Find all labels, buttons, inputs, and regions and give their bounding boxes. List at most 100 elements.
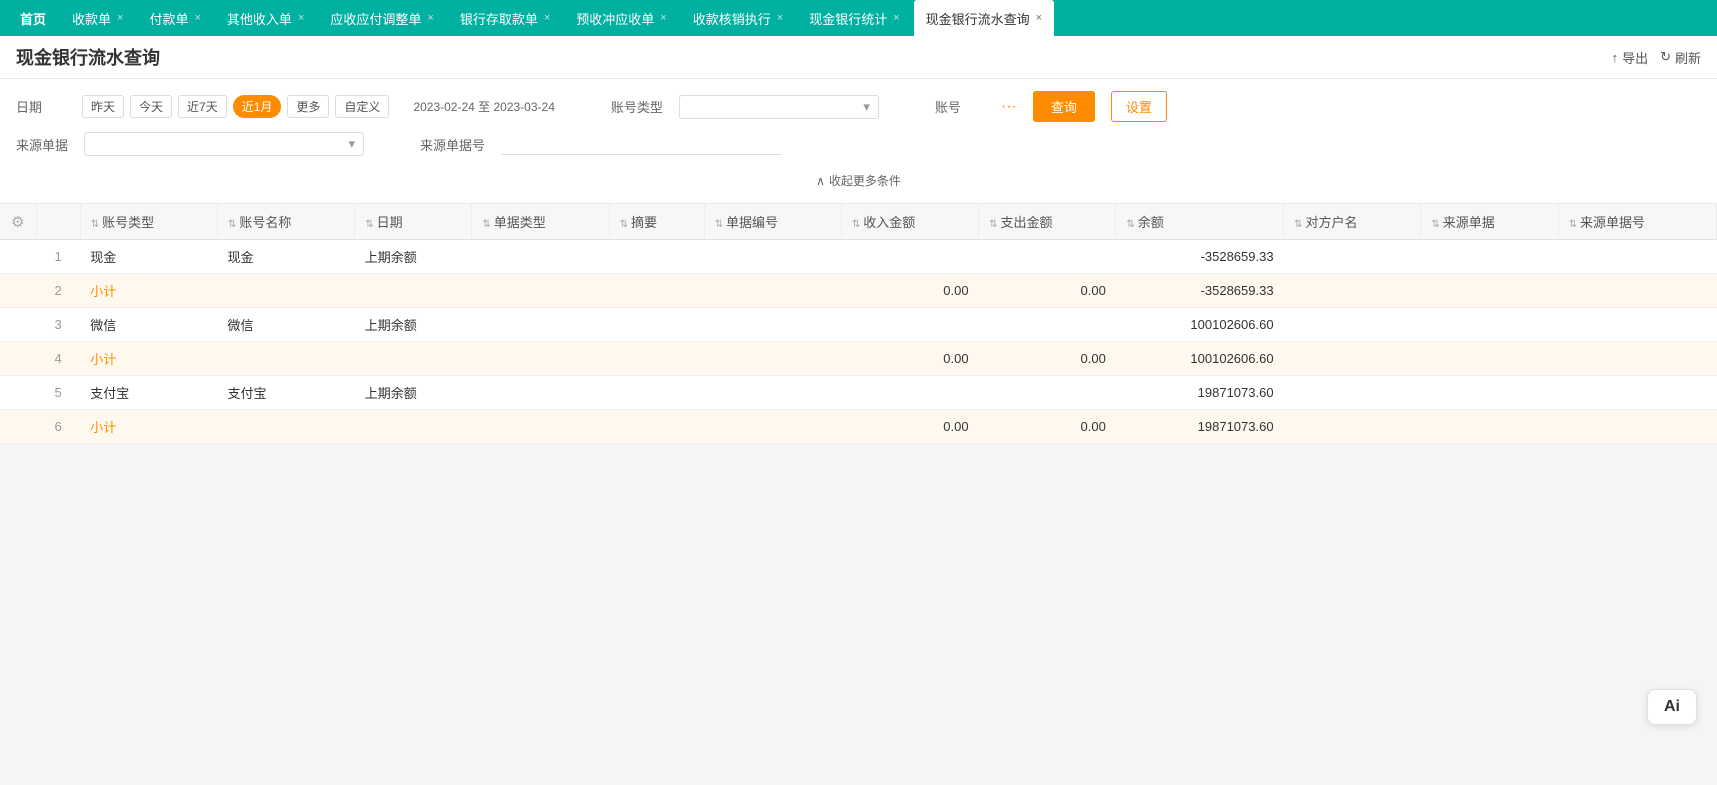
th-doc-type[interactable]: ⇅单据类型	[472, 204, 609, 240]
refresh-icon: ↻	[1660, 49, 1671, 65]
row-doc-no	[704, 308, 841, 342]
row-balance: -3528659.33	[1116, 274, 1284, 308]
ai-badge[interactable]: Ai	[1647, 689, 1697, 725]
row-account-type: 小计	[80, 274, 217, 308]
date-btn-yesterday[interactable]: 昨天	[82, 95, 124, 118]
nav-tab-other-income[interactable]: 其他收入单 ×	[215, 0, 316, 36]
export-button[interactable]: ↑ 导出	[1612, 48, 1649, 67]
row-source-doc-no	[1558, 376, 1716, 410]
th-account-name[interactable]: ⇅账号名称	[218, 204, 355, 240]
row-summary	[609, 376, 704, 410]
close-tab-adjustment-icon[interactable]: ×	[427, 12, 433, 24]
row-doc-type	[472, 240, 609, 274]
nav-tab-shoukuan[interactable]: 收款单 ×	[60, 0, 135, 36]
th-source-doc[interactable]: ⇅来源单据	[1421, 204, 1558, 240]
nav-tab-adjustment[interactable]: 应收应付调整单 ×	[318, 0, 445, 36]
collapse-button[interactable]: ∧ 收起更多条件	[16, 166, 1701, 191]
row-account-type: 小计	[80, 342, 217, 376]
table-container: ⚙ ⇅账号类型 ⇅账号名称 ⇅日期 ⇅单据类型 ⇅摘要	[0, 204, 1717, 444]
account-dots-button[interactable]: ···	[1001, 98, 1017, 116]
row-balance: 100102606.60	[1116, 342, 1284, 376]
row-source-doc	[1421, 274, 1558, 308]
row-doc-type	[472, 342, 609, 376]
row-income: 0.00	[841, 410, 978, 444]
row-account-type: 支付宝	[80, 376, 217, 410]
row-gear	[0, 308, 36, 342]
th-source-doc-no[interactable]: ⇅来源单据号	[1558, 204, 1716, 240]
close-tab-prepay-icon[interactable]: ×	[660, 12, 666, 24]
th-doc-no[interactable]: ⇅单据编号	[704, 204, 841, 240]
row-account-name: 现金	[218, 240, 355, 274]
close-tab-fukuan-icon[interactable]: ×	[194, 12, 200, 24]
row-gear	[0, 410, 36, 444]
source-doc-num-input[interactable]	[501, 133, 781, 155]
date-btn-custom[interactable]: 自定义	[335, 95, 389, 118]
nav-tab-reconcile[interactable]: 收款核销执行 ×	[681, 0, 795, 36]
nav-tab-bank-deposit[interactable]: 银行存取款单 ×	[448, 0, 562, 36]
row-date: 上期余额	[355, 308, 472, 342]
row-source-doc	[1421, 240, 1558, 274]
row-source-doc-no	[1558, 274, 1716, 308]
gear-icon[interactable]: ⚙	[11, 214, 24, 231]
th-counterparty[interactable]: ⇅对方户名	[1284, 204, 1421, 240]
page-title: 现金银行流水查询	[16, 44, 160, 70]
row-doc-no	[704, 410, 841, 444]
chevron-up-icon: ∧	[816, 174, 825, 188]
row-expense: 0.00	[979, 342, 1116, 376]
nav-home[interactable]: 首页	[8, 0, 58, 36]
query-button[interactable]: 查询	[1033, 91, 1095, 122]
row-doc-no	[704, 274, 841, 308]
filter-row-2: 来源单据 ▾ 来源单据号	[16, 132, 1701, 156]
th-date[interactable]: ⇅日期	[355, 204, 472, 240]
th-account-type[interactable]: ⇅账号类型	[80, 204, 217, 240]
row-gear	[0, 342, 36, 376]
th-expense[interactable]: ⇅支出金额	[979, 204, 1116, 240]
date-btn-1month[interactable]: 近1月	[233, 95, 282, 118]
row-summary	[609, 240, 704, 274]
row-counterparty	[1284, 308, 1421, 342]
date-btn-today[interactable]: 今天	[130, 95, 172, 118]
th-balance[interactable]: ⇅余额	[1116, 204, 1284, 240]
date-btn-7days[interactable]: 近7天	[178, 95, 227, 118]
close-tab-other-income-icon[interactable]: ×	[298, 12, 304, 24]
account-type-select[interactable]: ▾	[679, 95, 879, 119]
row-doc-type	[472, 308, 609, 342]
date-options: 昨天 今天 近7天 近1月 更多 自定义	[82, 95, 389, 118]
th-gear: ⚙	[0, 204, 36, 240]
date-btn-more[interactable]: 更多	[287, 95, 329, 118]
close-tab-shoukuan-icon[interactable]: ×	[117, 12, 123, 24]
refresh-button[interactable]: ↻ 刷新	[1660, 48, 1701, 67]
row-income	[841, 240, 978, 274]
row-account-name	[218, 410, 355, 444]
date-range: 2023-02-24 至 2023-03-24	[413, 98, 554, 115]
row-gear	[0, 376, 36, 410]
close-tab-cash-stats-icon[interactable]: ×	[893, 12, 899, 24]
row-summary	[609, 274, 704, 308]
row-doc-no	[704, 376, 841, 410]
th-income[interactable]: ⇅收入金额	[841, 204, 978, 240]
row-account-type: 小计	[80, 410, 217, 444]
row-source-doc-no	[1558, 410, 1716, 444]
row-date: 上期余额	[355, 376, 472, 410]
source-doc-select[interactable]: ▾	[84, 132, 364, 156]
th-summary[interactable]: ⇅摘要	[609, 204, 704, 240]
settings-button[interactable]: 设置	[1111, 91, 1167, 122]
row-source-doc	[1421, 342, 1558, 376]
nav-tab-cash-stats[interactable]: 现金银行统计 ×	[797, 0, 911, 36]
row-num: 5	[36, 376, 80, 410]
row-counterparty	[1284, 274, 1421, 308]
close-tab-reconcile-icon[interactable]: ×	[777, 12, 783, 24]
row-expense	[979, 376, 1116, 410]
row-summary	[609, 410, 704, 444]
row-num: 4	[36, 342, 80, 376]
row-gear	[0, 240, 36, 274]
close-tab-cash-flow-icon[interactable]: ×	[1036, 12, 1042, 24]
close-tab-bank-deposit-icon[interactable]: ×	[544, 12, 550, 24]
row-income: 0.00	[841, 274, 978, 308]
nav-tab-prepay[interactable]: 预收冲应收单 ×	[564, 0, 678, 36]
row-date	[355, 342, 472, 376]
row-summary	[609, 342, 704, 376]
nav-tab-cash-flow[interactable]: 现金银行流水查询 ×	[914, 0, 1054, 36]
nav-tab-fukuan[interactable]: 付款单 ×	[137, 0, 212, 36]
row-expense	[979, 240, 1116, 274]
